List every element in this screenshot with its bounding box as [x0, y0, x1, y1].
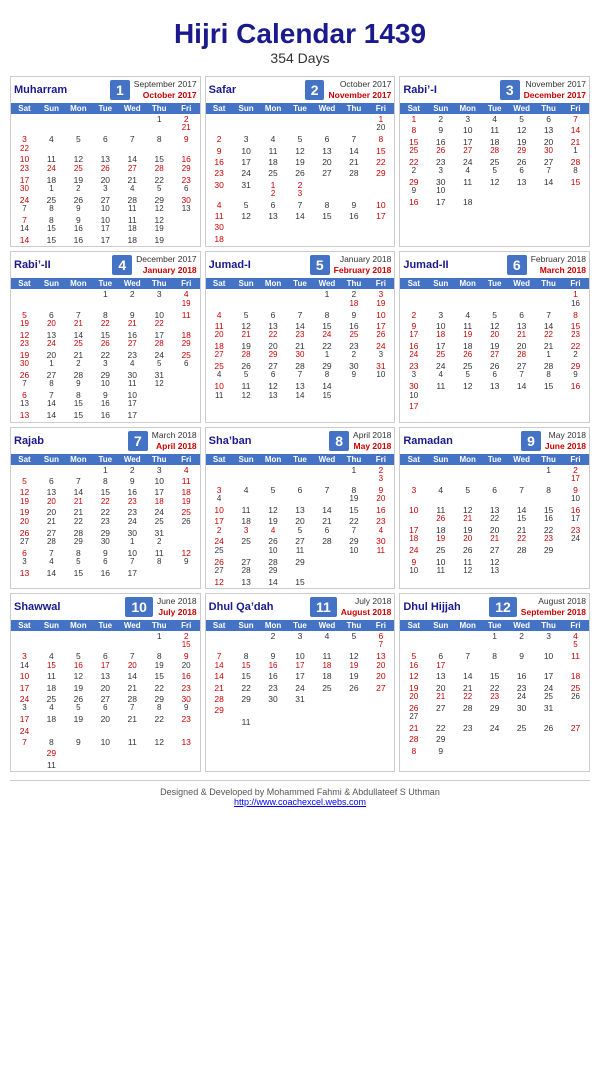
month-name-12: Dhul Hijjah: [403, 601, 485, 613]
month-num-3: 3: [500, 80, 520, 100]
month-shawwal: Shawwal 10 June 2018 July 2018 SatSunMon…: [10, 593, 201, 772]
footer-text: Designed & Developed by Mohammed Fahmi &…: [10, 787, 590, 797]
month-name-1: Muharram: [14, 84, 106, 96]
month-name-11: Dhul Qa’dah: [209, 601, 306, 613]
month-muharram: Muharram 1 September 2017 October 2017 S…: [10, 76, 201, 247]
month-num-4: 4: [112, 255, 132, 275]
month-name-2: Safar: [209, 84, 301, 96]
month-name-9: Ramadan: [403, 435, 517, 447]
month-num-1: 1: [110, 80, 130, 100]
month-rabi-i: Rabi’-I 3 November 2017 December 2017 Sa…: [399, 76, 590, 247]
month-safar: Safar 2 October 2017 November 2017 SatSu…: [205, 76, 396, 247]
month-name-10: Shawwal: [14, 601, 121, 613]
month-rajab: Rajab 7 March 2018 April 2018 SatSunMonT…: [10, 427, 201, 589]
month-jumad-ii: Jumad-II 6 February 2018 March 2018 SatS…: [399, 251, 590, 422]
month-num-7: 7: [128, 431, 148, 451]
month-ramadan: Ramadan 9 May 2018 June 2018 SatSunMonTu…: [399, 427, 590, 589]
month-num-11: 11: [310, 597, 337, 617]
month-num-9: 9: [521, 431, 541, 451]
month-name-6: Jumad-II: [403, 259, 503, 271]
main-title: Hijri Calendar 1439: [10, 18, 590, 50]
month-num-6: 6: [507, 255, 527, 275]
month-dhul-hijjah: Dhul Hijjah 12 August 2018 September 201…: [399, 593, 590, 772]
month-shaban: Sha’ban 8 April 2018 May 2018 SatSunMonT…: [205, 427, 396, 589]
month-name-5: Jumad-I: [209, 259, 306, 271]
footer: Designed & Developed by Mohammed Fahmi &…: [10, 780, 590, 807]
month-jumad-i: Jumad-I 5 January 2018 February 2018 Sat…: [205, 251, 396, 422]
subtitle: 354 Days: [10, 50, 590, 66]
month-name-3: Rabi’-I: [403, 84, 495, 96]
month-num-10: 10: [125, 597, 153, 617]
month-num-2: 2: [305, 80, 325, 100]
footer-link[interactable]: http://www.coachexcel.webs.com: [234, 797, 366, 807]
month-name-8: Sha’ban: [209, 435, 326, 447]
month-name-4: Rabi’-II: [14, 259, 108, 271]
month-dhul-qadah: Dhul Qa’dah 11 July 2018 August 2018 Sat…: [205, 593, 396, 772]
month-rabi-ii: Rabi’-II 4 December 2017 January 2018 Sa…: [10, 251, 201, 422]
month-num-12: 12: [489, 597, 517, 617]
month-name-7: Rajab: [14, 435, 124, 447]
month-num-5: 5: [310, 255, 330, 275]
month-num-8: 8: [329, 431, 349, 451]
